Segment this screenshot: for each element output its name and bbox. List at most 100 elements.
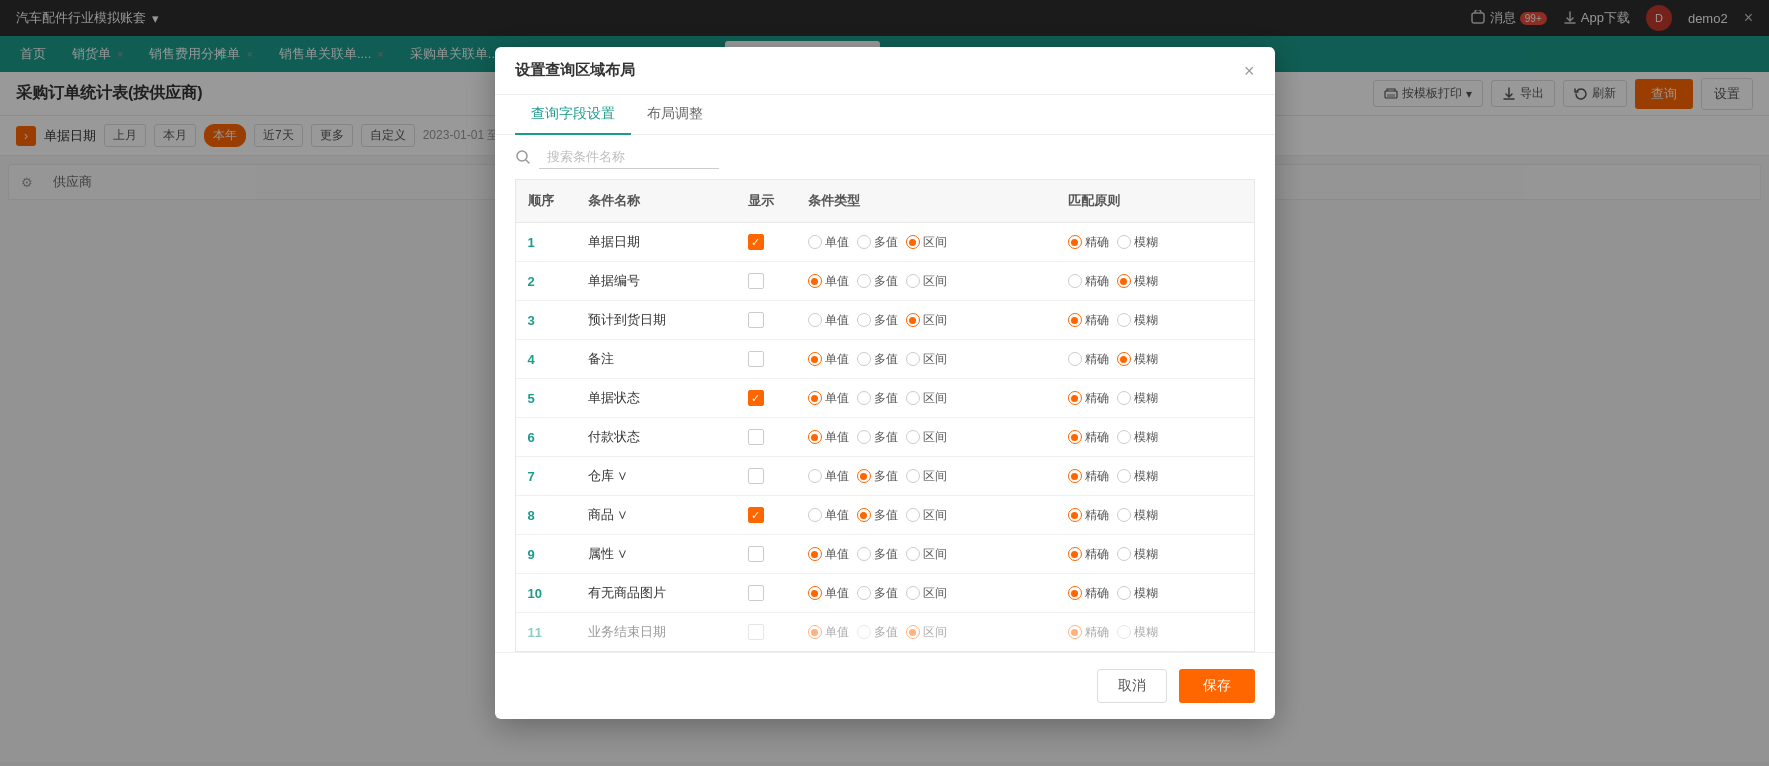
radio-exact-6[interactable]: 精确: [1068, 468, 1109, 485]
table-row: 9 属性 ∨ 单值 多值 区间 精确: [516, 535, 1254, 574]
radio-range-2[interactable]: 区间: [906, 312, 947, 329]
radio-exact-10[interactable]: 精确: [1068, 624, 1109, 641]
table-row: 1 单据日期 单值 多值 区间 精确: [516, 223, 1254, 262]
radio-single-5[interactable]: 单值: [808, 429, 849, 446]
radio-fuzzy-1[interactable]: 模糊: [1117, 273, 1158, 290]
row-name: 单据日期: [576, 229, 736, 255]
modal-header: 设置查询区域布局 ×: [495, 47, 1275, 95]
radio-range-5[interactable]: 区间: [906, 429, 947, 446]
row-order: 7: [516, 465, 576, 488]
radio-fuzzy-9[interactable]: 模糊: [1117, 585, 1158, 602]
radio-multi-6[interactable]: 多值: [857, 468, 898, 485]
radio-single-6[interactable]: 单值: [808, 468, 849, 485]
radio-fuzzy-4[interactable]: 模糊: [1117, 390, 1158, 407]
radio-multi-2[interactable]: 多值: [857, 312, 898, 329]
radio-multi-5[interactable]: 多值: [857, 429, 898, 446]
radio-exact-4[interactable]: 精确: [1068, 390, 1109, 407]
radio-range-8[interactable]: 区间: [906, 546, 947, 563]
row-display-checkbox[interactable]: [736, 347, 796, 371]
radio-single-0[interactable]: 单值: [808, 234, 849, 251]
radio-exact-2[interactable]: 精确: [1068, 312, 1109, 329]
radio-single-1[interactable]: 单值: [808, 273, 849, 290]
radio-multi-7[interactable]: 多值: [857, 507, 898, 524]
radio-fuzzy-7[interactable]: 模糊: [1117, 507, 1158, 524]
row-condition-type: 单值 多值 区间: [796, 581, 1056, 606]
radio-exact-8[interactable]: 精确: [1068, 546, 1109, 563]
radio-single-10[interactable]: 单值: [808, 624, 849, 641]
radio-exact-5[interactable]: 精确: [1068, 429, 1109, 446]
radio-fuzzy-10[interactable]: 模糊: [1117, 624, 1158, 641]
row-display-checkbox[interactable]: [736, 425, 796, 449]
radio-fuzzy-0[interactable]: 模糊: [1117, 234, 1158, 251]
row-display-checkbox[interactable]: [736, 503, 796, 527]
checkbox-row-0[interactable]: [748, 234, 764, 250]
row-name: 业务结束日期: [576, 619, 736, 645]
th-condition-type: 条件类型: [796, 188, 1056, 214]
checkbox-row-7[interactable]: [748, 507, 764, 523]
row-display-checkbox[interactable]: [736, 230, 796, 254]
row-display-checkbox[interactable]: [736, 269, 796, 293]
radio-multi-4[interactable]: 多值: [857, 390, 898, 407]
checkbox-row-6[interactable]: [748, 468, 764, 484]
radio-single-4[interactable]: 单值: [808, 390, 849, 407]
modal-tab-layout[interactable]: 布局调整: [631, 95, 719, 135]
row-match: 精确 模糊: [1056, 503, 1256, 528]
row-display-checkbox[interactable]: [736, 581, 796, 605]
radio-range-7[interactable]: 区间: [906, 507, 947, 524]
row-order: 5: [516, 387, 576, 410]
table-head: 顺序 条件名称 显示 条件类型 匹配原则: [515, 179, 1255, 222]
checkbox-row-1[interactable]: [748, 273, 764, 289]
radio-exact-9[interactable]: 精确: [1068, 585, 1109, 602]
row-condition-type: 单值 多值 区间: [796, 269, 1056, 294]
radio-fuzzy-6[interactable]: 模糊: [1117, 468, 1158, 485]
search-input[interactable]: [539, 145, 719, 169]
checkbox-row-10[interactable]: [748, 624, 764, 640]
checkbox-row-4[interactable]: [748, 390, 764, 406]
radio-single-9[interactable]: 单值: [808, 585, 849, 602]
row-display-checkbox[interactable]: [736, 386, 796, 410]
radio-multi-3[interactable]: 多值: [857, 351, 898, 368]
row-display-checkbox[interactable]: [736, 464, 796, 488]
checkbox-row-9[interactable]: [748, 585, 764, 601]
table-row: 6 付款状态 单值 多值 区间 精确: [516, 418, 1254, 457]
radio-fuzzy-8[interactable]: 模糊: [1117, 546, 1158, 563]
row-match: 精确 模糊: [1056, 308, 1256, 333]
radio-range-0[interactable]: 区间: [906, 234, 947, 251]
row-display-checkbox[interactable]: [736, 620, 796, 644]
radio-multi-10[interactable]: 多值: [857, 624, 898, 641]
save-button[interactable]: 保存: [1179, 669, 1255, 703]
row-condition-type: 单值 多值 区间: [796, 230, 1056, 255]
radio-single-8[interactable]: 单值: [808, 546, 849, 563]
row-display-checkbox[interactable]: [736, 542, 796, 566]
checkbox-row-3[interactable]: [748, 351, 764, 367]
cancel-button[interactable]: 取消: [1097, 669, 1167, 703]
radio-range-6[interactable]: 区间: [906, 468, 947, 485]
radio-range-1[interactable]: 区间: [906, 273, 947, 290]
radio-exact-7[interactable]: 精确: [1068, 507, 1109, 524]
radio-range-10[interactable]: 区间: [906, 624, 947, 641]
radio-fuzzy-3[interactable]: 模糊: [1117, 351, 1158, 368]
radio-multi-1[interactable]: 多值: [857, 273, 898, 290]
row-order: 8: [516, 504, 576, 527]
radio-multi-0[interactable]: 多值: [857, 234, 898, 251]
modal-tabs: 查询字段设置 布局调整: [495, 95, 1275, 135]
radio-exact-0[interactable]: 精确: [1068, 234, 1109, 251]
radio-exact-1[interactable]: 精确: [1068, 273, 1109, 290]
modal-close-button[interactable]: ×: [1244, 62, 1255, 80]
radio-fuzzy-2[interactable]: 模糊: [1117, 312, 1158, 329]
radio-exact-3[interactable]: 精确: [1068, 351, 1109, 368]
radio-range-4[interactable]: 区间: [906, 390, 947, 407]
radio-multi-8[interactable]: 多值: [857, 546, 898, 563]
checkbox-row-5[interactable]: [748, 429, 764, 445]
radio-single-3[interactable]: 单值: [808, 351, 849, 368]
radio-multi-9[interactable]: 多值: [857, 585, 898, 602]
modal-tab-query-fields[interactable]: 查询字段设置: [515, 95, 631, 135]
radio-fuzzy-5[interactable]: 模糊: [1117, 429, 1158, 446]
checkbox-row-2[interactable]: [748, 312, 764, 328]
checkbox-row-8[interactable]: [748, 546, 764, 562]
row-display-checkbox[interactable]: [736, 308, 796, 332]
radio-range-3[interactable]: 区间: [906, 351, 947, 368]
radio-single-7[interactable]: 单值: [808, 507, 849, 524]
radio-single-2[interactable]: 单值: [808, 312, 849, 329]
radio-range-9[interactable]: 区间: [906, 585, 947, 602]
